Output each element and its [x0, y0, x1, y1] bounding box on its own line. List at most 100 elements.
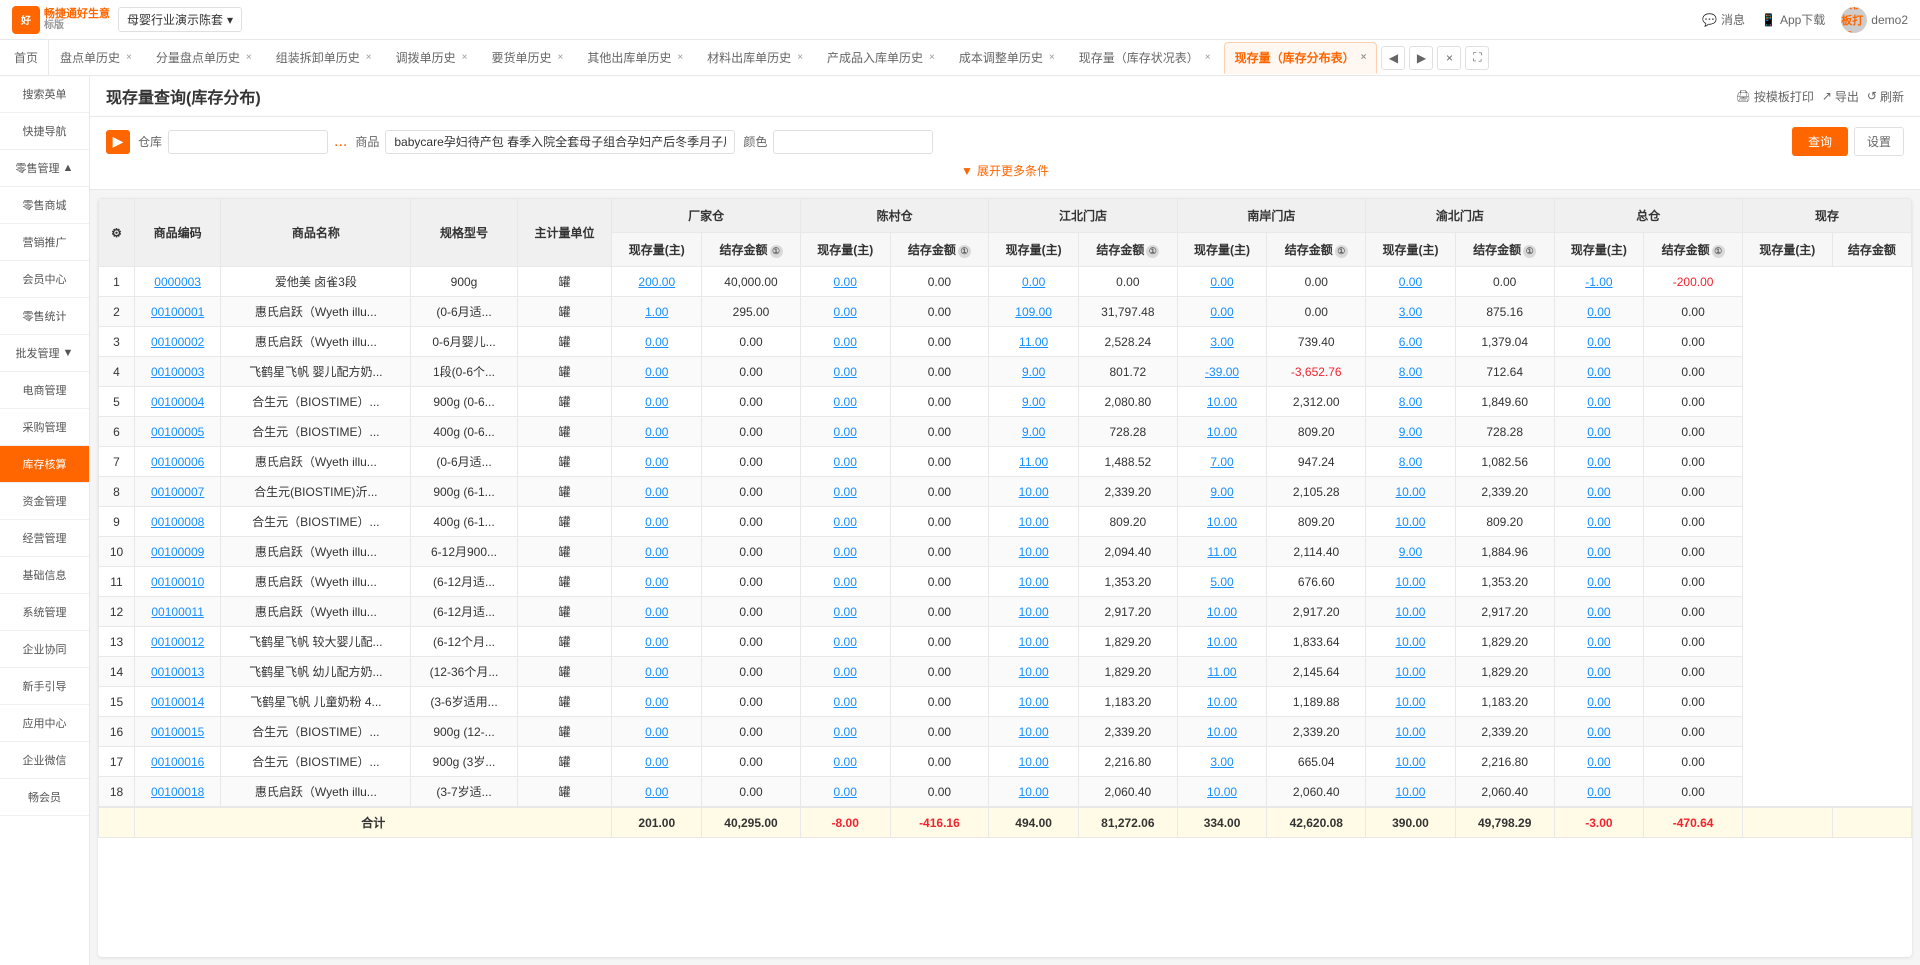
refresh-btn[interactable]: ↺ 刷新 — [1867, 88, 1904, 105]
qty-link[interactable]: 11.00 — [1207, 665, 1236, 679]
qty-link[interactable]: 10.00 — [1019, 545, 1049, 559]
info-icon[interactable]: ① — [1335, 245, 1348, 258]
qty-link[interactable]: 9.00 — [1022, 365, 1045, 379]
info-icon[interactable]: ① — [1523, 245, 1536, 258]
qty-link[interactable]: 0.00 — [834, 275, 857, 289]
qty-link[interactable]: 1.00 — [645, 305, 668, 319]
tab-sub-inventory[interactable]: 分量盘点单历史 × — [145, 42, 263, 74]
qty-link[interactable]: 0.00 — [1587, 305, 1610, 319]
qty-link[interactable]: 10.00 — [1207, 515, 1237, 529]
qty-link[interactable]: 0.00 — [1587, 365, 1610, 379]
sidebar-item-member2[interactable]: 畅会员 — [0, 779, 89, 816]
qty-link[interactable]: 5.00 — [1210, 575, 1233, 589]
warehouse-dots[interactable]: ... — [334, 133, 347, 151]
sidebar-item-inventory[interactable]: 库存核算 — [0, 446, 89, 483]
product-code-link[interactable]: 00100013 — [151, 665, 204, 679]
product-code-link[interactable]: 00100009 — [151, 545, 204, 559]
sidebar-item-app-center[interactable]: 应用中心 — [0, 705, 89, 742]
qty-link[interactable]: 0.00 — [834, 665, 857, 679]
qty-link[interactable]: 0.00 — [645, 755, 668, 769]
th-gear[interactable]: ⚙ — [99, 199, 135, 267]
product-code-link[interactable]: 00100016 — [151, 755, 204, 769]
qty-link[interactable]: 0.00 — [834, 605, 857, 619]
sidebar-item-enterprise[interactable]: 企业协同 — [0, 631, 89, 668]
close-icon[interactable]: × — [1205, 52, 1211, 63]
close-icon[interactable]: × — [929, 52, 935, 63]
tab-other-out[interactable]: 其他出库单历史 × — [576, 42, 694, 74]
sidebar-item-retail-shop[interactable]: 零售商城 — [0, 187, 89, 224]
qty-link[interactable]: 0.00 — [1587, 665, 1610, 679]
sidebar-item-wholesale[interactable]: 批发管理 ▼ — [0, 335, 89, 372]
qty-link[interactable]: 3.00 — [1210, 755, 1233, 769]
tab-assembly[interactable]: 组装拆卸单历史 × — [265, 42, 383, 74]
qty-link[interactable]: 0.00 — [834, 425, 857, 439]
qty-link[interactable]: 11.00 — [1019, 455, 1048, 469]
qty-link[interactable]: 10.00 — [1395, 485, 1425, 499]
qty-link[interactable]: 0.00 — [1587, 455, 1610, 469]
qty-link[interactable]: 0.00 — [1587, 485, 1610, 499]
qty-link[interactable]: 9.00 — [1210, 485, 1233, 499]
qty-link[interactable]: 10.00 — [1207, 725, 1237, 739]
product-code-link[interactable]: 00100014 — [151, 695, 204, 709]
qty-link[interactable]: 0.00 — [834, 395, 857, 409]
sidebar-item-marketing[interactable]: 营销推广 — [0, 224, 89, 261]
sidebar-item-system[interactable]: 系统管理 — [0, 594, 89, 631]
qty-link[interactable]: 0.00 — [645, 665, 668, 679]
tab-stock-distribution[interactable]: 现存量（库存分布表） × — [1224, 42, 1378, 74]
qty-link[interactable]: 10.00 — [1207, 605, 1237, 619]
tab-expand-btn[interactable]: ⛶ — [1465, 46, 1489, 70]
qty-link[interactable]: 0.00 — [834, 635, 857, 649]
qty-link[interactable]: -1.00 — [1585, 275, 1612, 289]
qty-link[interactable]: 0.00 — [1587, 785, 1610, 799]
qty-link[interactable]: 10.00 — [1207, 635, 1237, 649]
sidebar-item-operations[interactable]: 经营管理 — [0, 520, 89, 557]
product-code-link[interactable]: 00100011 — [151, 605, 204, 619]
qty-link[interactable]: 10.00 — [1019, 575, 1049, 589]
qty-link[interactable]: 0.00 — [645, 425, 668, 439]
tab-close-all-btn[interactable]: × — [1437, 46, 1461, 70]
product-code-link[interactable]: 00100018 — [151, 785, 204, 799]
qty-link[interactable]: 0.00 — [834, 545, 857, 559]
sidebar-item-member[interactable]: 会员中心 — [0, 261, 89, 298]
tab-inventory-history[interactable]: 盘点单历史 × — [49, 42, 143, 74]
qty-link[interactable]: 10.00 — [1395, 785, 1425, 799]
tab-cost-adjust[interactable]: 成本调整单历史 × — [948, 42, 1066, 74]
qty-link[interactable]: 109.00 — [1015, 305, 1052, 319]
user-profile[interactable]: 按模板打印 demo2 — [1841, 7, 1908, 33]
info-icon[interactable]: ① — [770, 245, 783, 258]
product-code-link[interactable]: 00100002 — [151, 335, 204, 349]
qty-link[interactable]: 0.00 — [834, 485, 857, 499]
qty-link[interactable]: 0.00 — [645, 545, 668, 559]
qty-link[interactable]: 0.00 — [645, 485, 668, 499]
qty-link[interactable]: 3.00 — [1399, 305, 1422, 319]
industry-select[interactable]: 母婴行业演示陈套 ▾ — [118, 7, 242, 32]
qty-link[interactable]: 10.00 — [1395, 635, 1425, 649]
close-icon[interactable]: × — [246, 52, 252, 63]
sidebar-item-finance[interactable]: 资金管理 — [0, 483, 89, 520]
product-code-link[interactable]: 00100001 — [151, 305, 204, 319]
color-input[interactable] — [773, 130, 933, 154]
qty-link[interactable]: 10.00 — [1019, 665, 1049, 679]
qty-link[interactable]: 0.00 — [1587, 635, 1610, 649]
close-icon[interactable]: × — [677, 52, 683, 63]
info-icon[interactable]: ① — [1712, 245, 1725, 258]
qty-link[interactable]: 10.00 — [1019, 695, 1049, 709]
qty-link[interactable]: 0.00 — [645, 455, 668, 469]
qty-link[interactable]: 10.00 — [1395, 755, 1425, 769]
qty-link[interactable]: 0.00 — [645, 695, 668, 709]
product-code-link[interactable]: 00100012 — [151, 635, 204, 649]
qty-link[interactable]: 0.00 — [1587, 425, 1610, 439]
qty-link[interactable]: 10.00 — [1019, 785, 1049, 799]
toggle-filter-btn[interactable]: ▶ — [106, 130, 130, 154]
product-code-link[interactable]: 00100005 — [151, 425, 204, 439]
product-code-link[interactable]: 00100008 — [151, 515, 204, 529]
qty-link[interactable]: 10.00 — [1019, 605, 1049, 619]
qty-link[interactable]: 10.00 — [1395, 605, 1425, 619]
sidebar-item-guide[interactable]: 新手引导 — [0, 668, 89, 705]
product-code-link[interactable]: 00100004 — [151, 395, 204, 409]
qty-link[interactable]: 0.00 — [1587, 335, 1610, 349]
qty-link[interactable]: 0.00 — [1587, 515, 1610, 529]
info-icon[interactable]: ① — [958, 245, 971, 258]
tab-transfer[interactable]: 调拨单历史 × — [385, 42, 479, 74]
sidebar-item-purchase[interactable]: 采购管理 — [0, 409, 89, 446]
